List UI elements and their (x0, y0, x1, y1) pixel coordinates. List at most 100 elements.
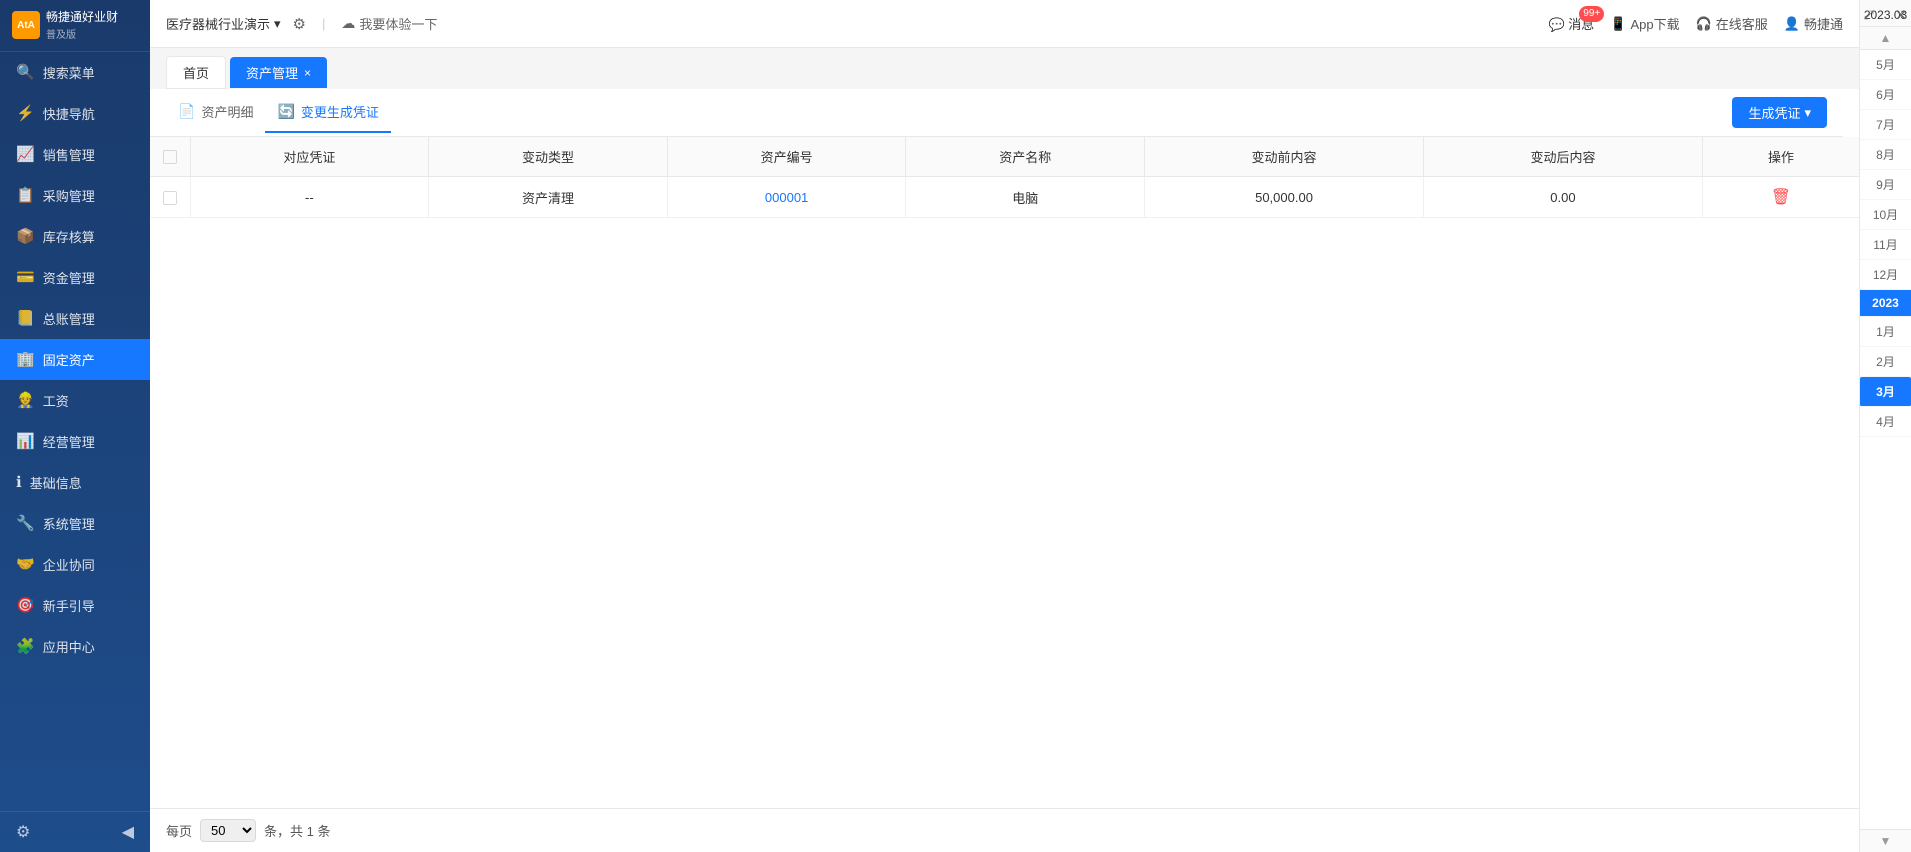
company-name: 医疗器械行业演示 (166, 14, 270, 33)
sidebar-item-nav[interactable]: ⚡快捷导航 (0, 93, 150, 134)
tab-home[interactable]: 首页 (166, 56, 226, 89)
sidebar-label-appstore: 应用中心 (43, 637, 95, 656)
timeline-month-item[interactable]: 2月 (1860, 347, 1911, 377)
asset-table: 对应凭证 变动类型 资产编号 资产名称 变动前内容 变动后内容 操作 -- 资产… (150, 137, 1859, 218)
settings-icon[interactable]: ⚙ (16, 822, 30, 842)
timeline-month-item[interactable]: 1月 (1860, 317, 1911, 347)
per-page-select[interactable]: 102050100 (200, 819, 256, 842)
delete-row-button-0[interactable]: 🗑 (1771, 189, 1791, 206)
content-area: 首页 资产管理 × 📄 资产明细 🔄 变更生成凭证 (150, 48, 1859, 852)
sidebar-label-corp: 企业协同 (43, 555, 95, 574)
header-change-type: 变动类型 (429, 137, 668, 177)
settings-gear-icon[interactable]: ⚙ (293, 15, 306, 33)
sidebar-item-corp[interactable]: 🤝 企业协同 (0, 544, 150, 585)
table-body: -- 资产清理 000001 电脑 50,000.00 0.00 🗑 (150, 177, 1859, 218)
tab-close-icon[interactable]: × (304, 66, 311, 80)
topbar: 医疗器械行业演示 ▾ ⚙ | ☁ 我要体验一下 💬 消息 99+ 📱 App下载… (150, 0, 1859, 48)
right-panel-expand-icon[interactable]: ⤢ (1864, 8, 1874, 23)
sidebar-label-base: 基础信息 (30, 473, 82, 492)
trial-button[interactable]: ☁ 我要体验一下 (341, 14, 437, 33)
timeline-scroll-down-button[interactable]: ▼ (1860, 829, 1911, 852)
sys-icon: 🔧 (16, 514, 35, 532)
timeline-month-item[interactable]: 4月 (1860, 407, 1911, 437)
sidebar-label-guide: 新手引导 (43, 596, 95, 615)
sidebar-item-wage[interactable]: 👷工资 (0, 380, 150, 421)
change-voucher-icon: 🔄 (277, 103, 294, 120)
sidebar-item-purchase[interactable]: 📋采购管理 (0, 175, 150, 216)
row-checkbox-0[interactable] (163, 191, 177, 205)
sidebar-label-wage: 工资 (43, 391, 69, 410)
timeline-month-item[interactable]: 9月 (1860, 170, 1911, 200)
timeline-year-item[interactable]: 2023 (1860, 290, 1911, 317)
corp-icon: 🤝 (16, 555, 35, 573)
per-page-label: 每页 (166, 821, 192, 840)
sidebar-footer: ⚙ ◀ (0, 811, 150, 852)
tab-asset-detail-label: 资产明细 (201, 102, 253, 121)
timeline-scroll-up-button[interactable]: ▲ (1860, 27, 1911, 50)
sidebar-label-nav: 快捷导航 (43, 104, 95, 123)
cloud-icon: ☁ (341, 15, 355, 32)
sidebar-item-ledger[interactable]: 📒总账管理 (0, 298, 150, 339)
sidebar-item-search[interactable]: 🔍搜索菜单 (0, 52, 150, 93)
timeline-month-item[interactable]: 12月 (1860, 260, 1911, 290)
purchase-icon: 📋 (16, 186, 35, 204)
online-service-button[interactable]: 🎧 在线客服 (1696, 14, 1768, 33)
user-icon: 👤 (1784, 16, 1800, 32)
pagination: 每页 102050100 条，共 1 条 (150, 808, 1859, 852)
company-selector[interactable]: 医疗器械行业演示 ▾ (166, 14, 281, 33)
tab-asset-management[interactable]: 资产管理 × (230, 57, 327, 88)
timeline-month-item[interactable]: 5月 (1860, 50, 1911, 80)
sidebar-label-stock: 库存核算 (43, 227, 95, 246)
header-asset-name: 资产名称 (906, 137, 1145, 177)
timeline-month-item[interactable]: 6月 (1860, 80, 1911, 110)
row-before-0: 50,000.00 (1145, 177, 1424, 218)
page-content: 📄 资产明细 🔄 变更生成凭证 生成凭证 ▾ (150, 89, 1859, 852)
ledger-icon: 📒 (16, 309, 35, 327)
message-button[interactable]: 💬 消息 99+ (1548, 14, 1594, 33)
stock-icon: 📦 (16, 227, 35, 245)
sidebar-item-sys[interactable]: 🔧系统管理 (0, 503, 150, 544)
app-download-button[interactable]: 📱 App下载 (1610, 14, 1679, 33)
right-panel-close-icon[interactable]: ✕ (1895, 7, 1907, 24)
timeline-month-item[interactable]: 10月 (1860, 200, 1911, 230)
sidebar-label-search: 搜索菜单 (43, 63, 95, 82)
sidebar-item-fund[interactable]: 💳资金管理 (0, 257, 150, 298)
company-dropdown-icon: ▾ (274, 16, 281, 32)
message-badge: 99+ (1579, 6, 1604, 22)
app-download-label: App下载 (1630, 14, 1679, 33)
sidebar-item-guide[interactable]: 🎯 新手引导 (0, 585, 150, 626)
sidebar-label-sales: 销售管理 (43, 145, 95, 164)
row-change-type-0: 资产清理 (429, 177, 668, 218)
sidebar-item-base[interactable]: ℹ基础信息 (0, 462, 150, 503)
timeline-month-item[interactable]: 3月 (1860, 377, 1911, 407)
tab-asset-detail[interactable]: 📄 资产明细 (166, 92, 265, 133)
sidebar-item-sales[interactable]: 📈销售管理 (0, 134, 150, 175)
asset-detail-icon: 📄 (178, 103, 195, 120)
sidebar-item-appstore[interactable]: 🧩应用中心 (0, 626, 150, 667)
sidebar-item-biz[interactable]: 📊经营管理 (0, 421, 150, 462)
generate-voucher-button[interactable]: 生成凭证 ▾ (1732, 97, 1827, 128)
select-all-checkbox[interactable] (163, 150, 177, 164)
trial-label: 我要体验一下 (359, 14, 437, 33)
app-version: 普及版 (46, 26, 118, 41)
sidebar-nav: 🔍搜索菜单⚡快捷导航📈销售管理📋采购管理 📦 库存核算 💳资金管理📒总账管理🏢固定资产… (0, 52, 150, 811)
row-action-0: 🗑 (1702, 177, 1859, 218)
sidebar-label-biz: 经营管理 (43, 432, 95, 451)
timeline-month-item[interactable]: 11月 (1860, 230, 1911, 260)
online-service-label: 在线客服 (1716, 14, 1768, 33)
table-wrap: 对应凭证 变动类型 资产编号 资产名称 变动前内容 变动后内容 操作 -- 资产… (150, 137, 1859, 808)
timeline-month-item[interactable]: 8月 (1860, 140, 1911, 170)
tab-home-label: 首页 (183, 66, 209, 81)
sidebar-item-asset[interactable]: 🏢固定资产 (0, 339, 150, 380)
user-button[interactable]: 👤 畅捷通 (1784, 14, 1843, 33)
sidebar-item-stock[interactable]: 📦 库存核算 (0, 216, 150, 257)
header-before: 变动前内容 (1145, 137, 1424, 177)
timeline: 5月6月7月8月9月10月11月12月20231月2月3月4月 (1860, 50, 1911, 829)
tabbar: 首页 资产管理 × (150, 48, 1859, 89)
tab-change-voucher-label: 变更生成凭证 (301, 102, 379, 121)
collapse-icon[interactable]: ◀ (122, 822, 134, 842)
timeline-month-item[interactable]: 7月 (1860, 110, 1911, 140)
tab-change-voucher[interactable]: 🔄 变更生成凭证 (265, 92, 390, 133)
guide-icon: 🎯 (16, 596, 35, 614)
row-asset-code-0[interactable]: 000001 (667, 177, 906, 218)
